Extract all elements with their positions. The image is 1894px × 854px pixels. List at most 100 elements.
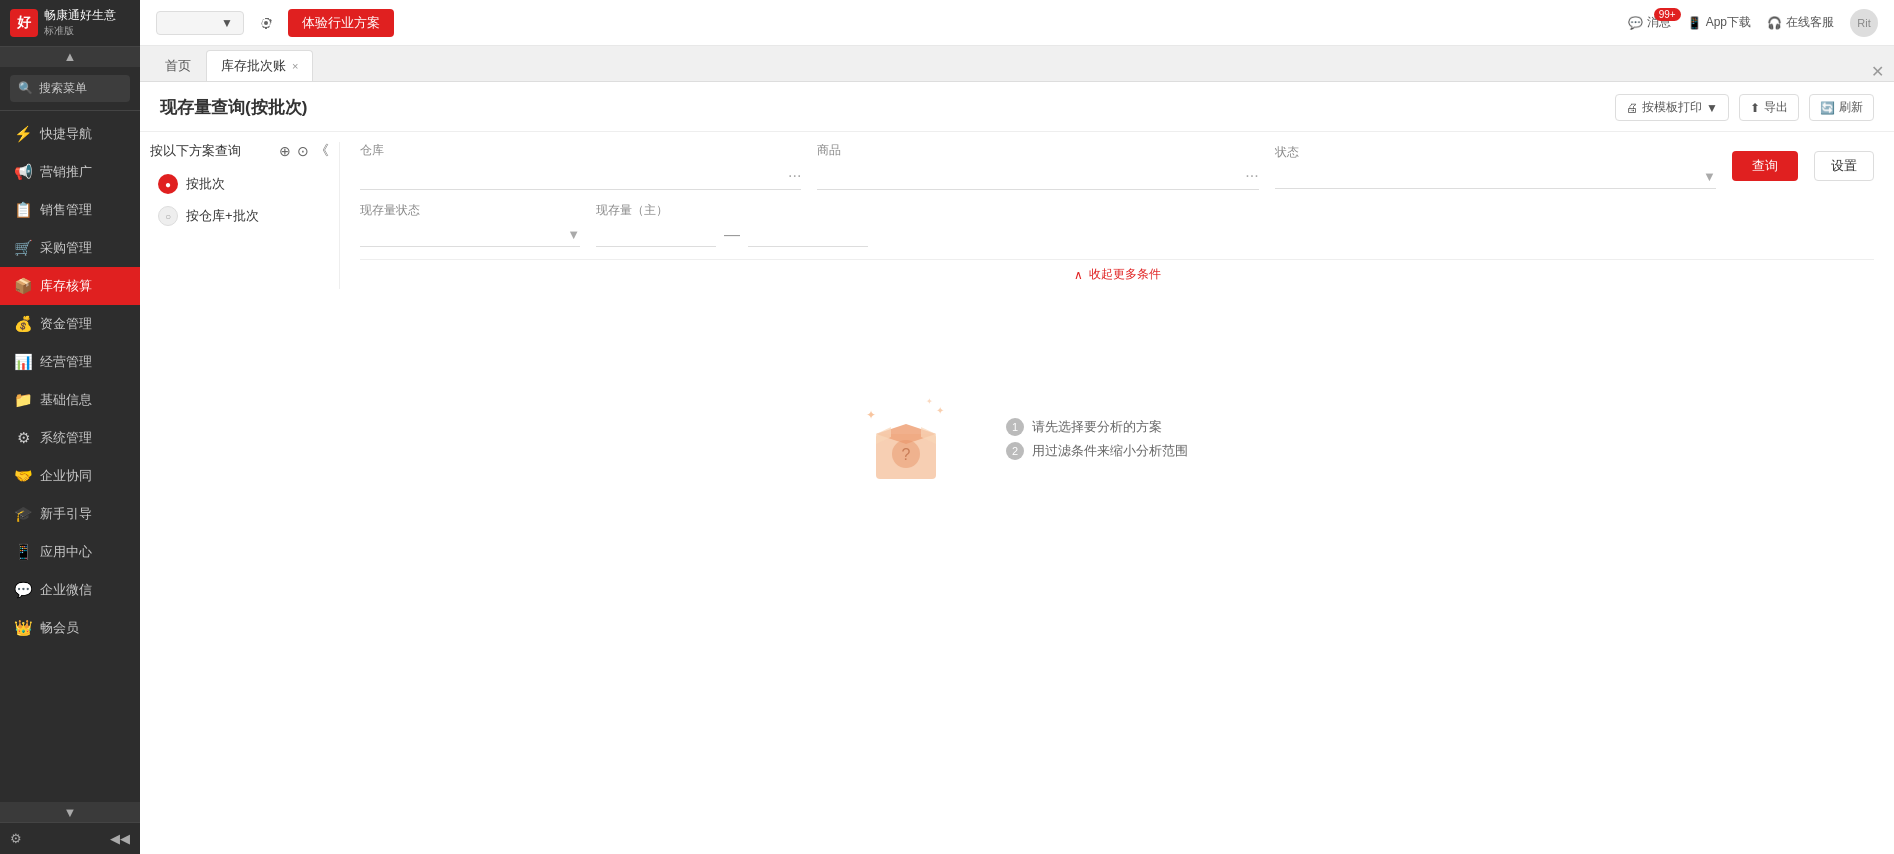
add-scheme-icon[interactable]: ⊕ bbox=[279, 143, 291, 159]
scheme-panel-header: 按以下方案查询 ⊕ ⊙ 《 bbox=[150, 142, 329, 160]
content-area: 现存量查询(按批次) 🖨 按模板打印 ▼ ⬆ 导出 🔄 刷新 bbox=[140, 82, 1894, 854]
goods-filter: 商品 ··· bbox=[817, 142, 1258, 190]
warehouse-text-input[interactable] bbox=[360, 169, 788, 184]
appcenter-icon: 📱 bbox=[14, 543, 32, 561]
print-button[interactable]: 🖨 按模板打印 ▼ bbox=[1615, 94, 1729, 121]
goods-filter-label: 商品 bbox=[817, 142, 1258, 159]
inventory-status-select[interactable]: ▼ bbox=[360, 223, 580, 247]
sidebar-item-label: 经营管理 bbox=[40, 353, 92, 371]
sidebar: 好 畅康通好生意 标准版 ▲ 🔍 搜索菜单 ⚡ 快捷导航 📢 营销推广 bbox=[0, 0, 140, 854]
topbar: ▼ 体验行业方案 💬 消息 99+ 📱 App下载 bbox=[140, 0, 1894, 46]
dropdown-arrow-icon: ▼ bbox=[221, 16, 233, 30]
sidebar-item-marketing[interactable]: 📢 营销推广 bbox=[0, 153, 140, 191]
query-button[interactable]: 查询 bbox=[1732, 151, 1798, 181]
tab-home-label: 首页 bbox=[165, 57, 191, 75]
member-icon: 👑 bbox=[14, 619, 32, 637]
settings-scheme-icon[interactable]: ⊙ bbox=[297, 143, 309, 159]
scroll-down-button[interactable]: ▼ bbox=[0, 802, 140, 822]
export-button[interactable]: ⬆ 导出 bbox=[1739, 94, 1799, 121]
settings-button[interactable]: 设置 bbox=[1814, 151, 1874, 181]
sidebar-item-appcenter[interactable]: 📱 应用中心 bbox=[0, 533, 140, 571]
topbar-right: 💬 消息 99+ 📱 App下载 🎧 在线客服 Rit bbox=[1628, 9, 1878, 37]
sidebar-item-purchase[interactable]: 🛒 采购管理 bbox=[0, 229, 140, 267]
topbar-left: ▼ 体验行业方案 bbox=[156, 9, 1618, 37]
page-close-button[interactable]: ✕ bbox=[1871, 62, 1884, 81]
topbar-dropdown[interactable]: ▼ bbox=[156, 11, 244, 35]
scroll-up-button[interactable]: ▲ bbox=[0, 47, 140, 67]
qty-to-input[interactable] bbox=[748, 227, 848, 242]
filter-inputs: 仓库 ··· 商品 ··· bbox=[340, 142, 1894, 289]
scheme-by-batch[interactable]: ● 按批次 bbox=[150, 168, 329, 200]
inventory-qty-to[interactable] bbox=[748, 223, 868, 247]
step2-text: 用过滤条件来缩小分析范围 bbox=[1032, 442, 1188, 460]
online-service-label: 在线客服 bbox=[1786, 14, 1834, 31]
svg-text:✦: ✦ bbox=[926, 397, 933, 406]
refresh-label: 刷新 bbox=[1839, 99, 1863, 116]
status-dropdown[interactable]: ▼ bbox=[1275, 165, 1716, 189]
sidebar-item-finance[interactable]: 💰 资金管理 bbox=[0, 305, 140, 343]
warehouse-dots[interactable]: ··· bbox=[788, 167, 801, 185]
qty-from-input[interactable] bbox=[596, 227, 696, 242]
empty-state: ? ✦ ✦ ✦ 1 请先选择要分析的方案 bbox=[140, 299, 1894, 579]
collapse-sidebar-icon[interactable]: ◀◀ bbox=[110, 831, 130, 846]
sidebar-item-newbie[interactable]: 🎓 新手引导 bbox=[0, 495, 140, 533]
sidebar-item-label: 畅会员 bbox=[40, 619, 79, 637]
sidebar-search[interactable]: 🔍 搜索菜单 bbox=[0, 67, 140, 111]
inventory-qty-label: 现存量（主） bbox=[596, 202, 868, 219]
print-label: 按模板打印 bbox=[1642, 99, 1702, 116]
online-service-button[interactable]: 🎧 在线客服 bbox=[1767, 14, 1834, 31]
sidebar-item-wechat[interactable]: 💬 企业微信 bbox=[0, 571, 140, 609]
sidebar-item-enterprise[interactable]: 🤝 企业协同 bbox=[0, 457, 140, 495]
app-download-button[interactable]: 📱 App下载 bbox=[1687, 14, 1751, 31]
tab-close-icon[interactable]: × bbox=[292, 60, 298, 72]
sidebar-item-member[interactable]: 👑 畅会员 bbox=[0, 609, 140, 647]
sidebar-item-inventory[interactable]: 📦 库存核算 bbox=[0, 267, 140, 305]
user-menu-button[interactable]: Rit bbox=[1850, 9, 1878, 37]
topbar-gear-button[interactable] bbox=[252, 9, 280, 37]
print-dropdown-icon: ▼ bbox=[1706, 101, 1718, 115]
sidebar-item-quick-nav[interactable]: ⚡ 快捷导航 bbox=[0, 115, 140, 153]
app-logo: 好 畅康通好生意 标准版 bbox=[10, 8, 130, 38]
status-dropdown-arrow: ▼ bbox=[1703, 169, 1716, 184]
main-area: ▼ 体验行业方案 💬 消息 99+ 📱 App下载 bbox=[140, 0, 1894, 854]
tab-inventory-batch-label: 库存批次账 bbox=[221, 57, 286, 75]
search-icon: 🔍 bbox=[18, 81, 33, 95]
tabbar: 首页 库存批次账 × ✕ bbox=[140, 46, 1894, 82]
goods-text-input[interactable] bbox=[817, 169, 1245, 184]
empty-step-2: 2 用过滤条件来缩小分析范围 bbox=[1006, 442, 1188, 460]
empty-steps: 1 请先选择要分析的方案 2 用过滤条件来缩小分析范围 bbox=[1006, 418, 1188, 460]
collapse-bar[interactable]: ∧ 收起更多条件 bbox=[360, 259, 1874, 289]
inventory-qty-from[interactable] bbox=[596, 223, 716, 247]
sidebar-item-sales[interactable]: 📋 销售管理 bbox=[0, 191, 140, 229]
settings-icon[interactable]: ⚙ bbox=[10, 831, 22, 846]
search-menu-button[interactable]: 🔍 搜索菜单 bbox=[10, 75, 130, 102]
message-button[interactable]: 💬 消息 99+ bbox=[1628, 14, 1671, 31]
sidebar-nav: ⚡ 快捷导航 📢 营销推广 📋 销售管理 🛒 采购管理 📦 库存核算 💰 bbox=[0, 111, 140, 802]
warehouse-input[interactable]: ··· bbox=[360, 163, 801, 190]
basic-icon: 📁 bbox=[14, 391, 32, 409]
scheme-by-warehouse-batch[interactable]: ○ 按仓库+批次 bbox=[150, 200, 329, 232]
scheme-panel: 按以下方案查询 ⊕ ⊙ 《 ● 按批次 ○ 按仓库+批次 bbox=[140, 142, 340, 289]
tab-inventory-batch[interactable]: 库存批次账 × bbox=[206, 50, 313, 81]
goods-input[interactable]: ··· bbox=[817, 163, 1258, 190]
sidebar-item-operations[interactable]: 📊 经营管理 bbox=[0, 343, 140, 381]
trial-button[interactable]: 体验行业方案 bbox=[288, 9, 394, 37]
empty-step-1: 1 请先选择要分析的方案 bbox=[1006, 418, 1188, 436]
avatar: Rit bbox=[1850, 9, 1878, 37]
page-header: 现存量查询(按批次) 🖨 按模板打印 ▼ ⬆ 导出 🔄 刷新 bbox=[140, 82, 1894, 132]
tab-home[interactable]: 首页 bbox=[150, 50, 206, 81]
sidebar-header: 好 畅康通好生意 标准版 bbox=[0, 0, 140, 47]
sidebar-item-system[interactable]: ⚙ 系统管理 bbox=[0, 419, 140, 457]
app-download-icon: 📱 bbox=[1687, 16, 1702, 30]
filter-row-2: 现存量状态 ▼ 现存量（主） bbox=[360, 202, 1874, 247]
goods-dots[interactable]: ··· bbox=[1245, 167, 1258, 185]
svg-text:✦: ✦ bbox=[866, 408, 876, 422]
sidebar-item-label: 采购管理 bbox=[40, 239, 92, 257]
sales-icon: 📋 bbox=[14, 201, 32, 219]
sidebar-item-label: 库存核算 bbox=[40, 277, 92, 295]
sidebar-item-basic[interactable]: 📁 基础信息 bbox=[0, 381, 140, 419]
refresh-button[interactable]: 🔄 刷新 bbox=[1809, 94, 1874, 121]
step1-text: 请先选择要分析的方案 bbox=[1032, 418, 1162, 436]
scheme-inactive-icon: ○ bbox=[158, 206, 178, 226]
collapse-panel-icon[interactable]: 《 bbox=[315, 142, 329, 160]
